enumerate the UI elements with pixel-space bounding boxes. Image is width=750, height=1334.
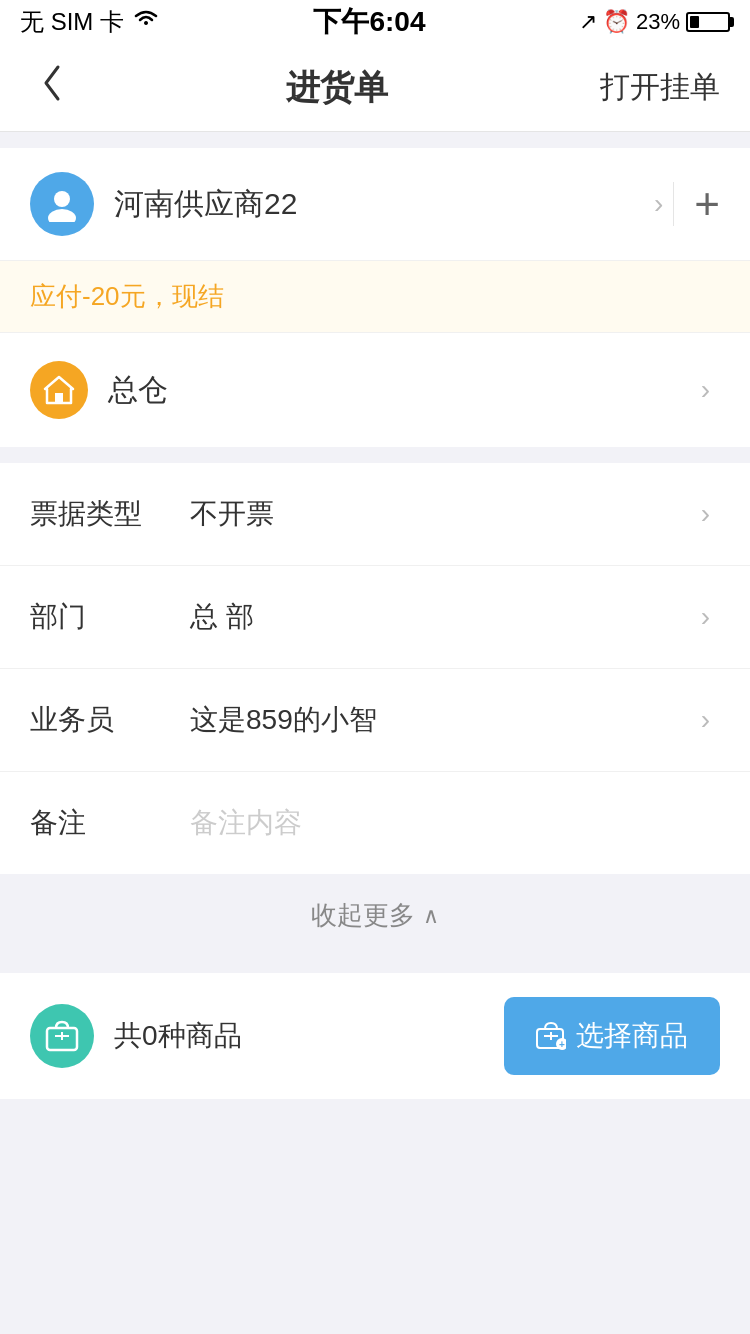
supplier-section: 河南供应商22 › + 应付-20元，现结 总仓 › [0,148,750,447]
supplier-name: 河南供应商22 [114,184,654,225]
back-button[interactable] [30,53,74,122]
section-divider-1 [0,132,750,148]
collapse-icon: ∧ [423,903,439,929]
location-icon: ↗ [579,9,597,35]
invoice-type-row[interactable]: 票据类型 不开票 › [0,463,750,566]
warehouse-icon [30,361,88,419]
carrier-label: 无 SIM 卡 [20,6,124,38]
salesperson-value: 这是859的小智 [150,701,701,739]
collapse-row[interactable]: 收起更多 ∧ [0,874,750,957]
nav-bar: 进货单 打开挂单 [0,44,750,132]
salesperson-row[interactable]: 业务员 这是859的小智 › [0,669,750,772]
form-section: 票据类型 不开票 › 部门 总 部 › 业务员 这是859的小智 › 备注 备注… [0,463,750,874]
page-title: 进货单 [286,65,388,111]
svg-rect-3 [55,393,63,403]
status-time: 下午6:04 [313,3,425,41]
warehouse-chevron-icon: › [701,374,710,406]
supplier-row[interactable]: 河南供应商22 › + [0,148,750,261]
department-label: 部门 [30,598,150,636]
battery-percent: 23% [636,9,680,35]
page-background [0,1099,750,1334]
warehouse-row[interactable]: 总仓 › [0,332,750,447]
product-section: 共0种商品 + 选择商品 [0,973,750,1099]
notice-banner: 应付-20元，现结 [0,261,750,332]
select-goods-label: 选择商品 [576,1017,688,1055]
add-supplier-button[interactable]: + [673,182,720,226]
department-chevron-icon: › [701,601,710,633]
svg-point-1 [48,209,76,222]
salesperson-chevron-icon: › [701,704,710,736]
supplier-avatar [30,172,94,236]
status-left: 无 SIM 卡 [20,6,160,38]
remark-row[interactable]: 备注 备注内容 [0,772,750,874]
product-count-label: 共0种商品 [114,1017,504,1055]
supplier-chevron-icon: › [654,188,663,220]
warehouse-name: 总仓 [108,370,701,411]
remark-label: 备注 [30,804,150,842]
wifi-icon [132,9,160,35]
svg-point-0 [54,191,70,207]
svg-text:+: + [559,1039,565,1050]
notice-text: 应付-20元，现结 [30,281,224,311]
alarm-icon: ⏰ [603,9,630,35]
remark-input[interactable]: 备注内容 [150,804,720,842]
invoice-type-label: 票据类型 [30,495,150,533]
department-row[interactable]: 部门 总 部 › [0,566,750,669]
product-icon [30,1004,94,1068]
status-bar: 无 SIM 卡 下午6:04 ↗ ⏰ 23% [0,0,750,44]
select-goods-button[interactable]: + 选择商品 [504,997,720,1075]
collapse-label: 收起更多 [311,898,415,933]
status-right: ↗ ⏰ 23% [579,9,730,35]
battery-icon [686,12,730,32]
invoice-type-value: 不开票 [150,495,701,533]
salesperson-label: 业务员 [30,701,150,739]
invoice-type-chevron-icon: › [701,498,710,530]
department-value: 总 部 [150,598,701,636]
open-pending-button[interactable]: 打开挂单 [600,67,720,108]
